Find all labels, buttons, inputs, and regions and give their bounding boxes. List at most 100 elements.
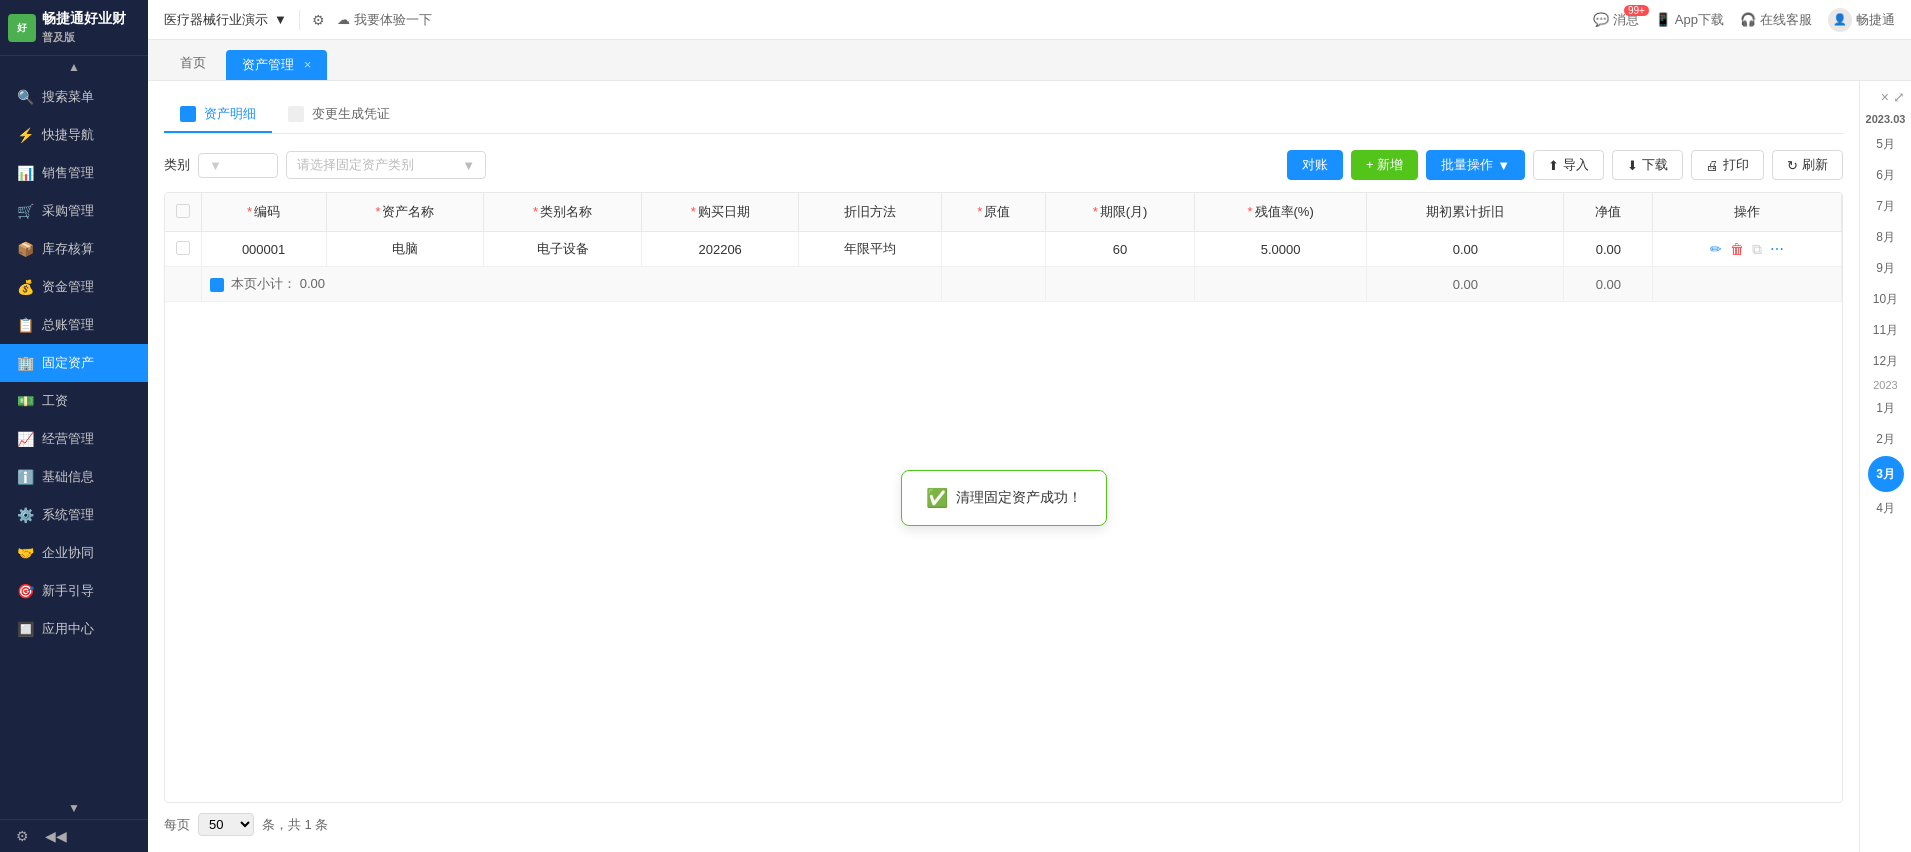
sidebar-item-ledger[interactable]: 📋 总账管理: [0, 306, 148, 344]
header-checkbox-cell: [165, 193, 201, 232]
sidebar-item-search[interactable]: 🔍 搜索菜单: [0, 78, 148, 116]
edit-btn[interactable]: ✏: [1710, 241, 1722, 257]
category-select-placeholder: ▼: [209, 158, 222, 173]
message-badge: 99+: [1624, 5, 1649, 16]
finance-icon: 💰: [16, 278, 34, 296]
month-10[interactable]: 10月: [1864, 285, 1908, 314]
experience-btn[interactable]: ☁ 我要体验一下: [337, 11, 432, 29]
settings-icon[interactable]: ⚙: [16, 828, 29, 844]
download-button[interactable]: ⬇ 下载: [1612, 150, 1683, 180]
reconcile-button[interactable]: 对账: [1287, 150, 1343, 180]
tab-asset-management[interactable]: 资产管理 ×: [226, 50, 327, 80]
sidebar-item-label: 库存核算: [42, 240, 94, 258]
sidebar: 好 畅捷通好业财 普及版 ▲ 🔍 搜索菜单 ⚡ 快捷导航 📊 销售管理 🛒 采购…: [0, 0, 148, 852]
month-9[interactable]: 9月: [1864, 254, 1908, 283]
delete-btn[interactable]: 🗑: [1730, 241, 1744, 257]
row-original-value: [942, 232, 1046, 267]
sidebar-item-finance[interactable]: 💰 资金管理: [0, 268, 148, 306]
app-center-icon: 🔲: [16, 620, 34, 638]
user-menu[interactable]: 👤 畅捷通: [1828, 8, 1895, 32]
voucher-tab-icon: [288, 106, 304, 122]
tab-close-icon[interactable]: ×: [304, 57, 312, 72]
sidebar-item-quick-nav[interactable]: ⚡ 快捷导航: [0, 116, 148, 154]
tab-home[interactable]: 首页: [164, 48, 222, 80]
company-selector[interactable]: 医疗器械行业演示 ▼: [164, 11, 287, 29]
month-4[interactable]: 4月: [1864, 494, 1908, 523]
new-button[interactable]: + 新增: [1351, 150, 1418, 180]
message-btn[interactable]: 💬 消息 99+: [1593, 11, 1639, 29]
more-btn[interactable]: ⋯: [1770, 241, 1784, 257]
success-toast: ✅ 清理固定资产成功！: [901, 470, 1107, 526]
sidebar-item-basic-info[interactable]: ℹ️ 基础信息: [0, 458, 148, 496]
refresh-button[interactable]: ↻ 刷新: [1772, 150, 1843, 180]
topbar: 医疗器械行业演示 ▼ ⚙ ☁ 我要体验一下 💬 消息 99+ 📱 App下载 🎧…: [148, 0, 1911, 40]
batch-button[interactable]: 批量操作 ▼: [1426, 150, 1525, 180]
header-category: *类别名称: [484, 193, 642, 232]
import-button[interactable]: ⬆ 导入: [1533, 150, 1604, 180]
row-name: 电脑: [326, 232, 484, 267]
inventory-icon: 📦: [16, 240, 34, 258]
table-header-row: *编码 *资产名称 *类别名称 *购买日期 折旧方法 *原值 *期限(月) *残…: [165, 193, 1842, 232]
assets-table: *编码 *资产名称 *类别名称 *购买日期 折旧方法 *原值 *期限(月) *残…: [165, 193, 1842, 302]
sidebar-item-enterprise[interactable]: 🤝 企业协同: [0, 534, 148, 572]
row-action-btns: ✏ 🗑 ⧉ ⋯: [1661, 241, 1833, 258]
subtotal-icon: [210, 278, 224, 292]
total-text: 条，共 1 条: [262, 816, 328, 834]
sidebar-item-sales[interactable]: 📊 销售管理: [0, 154, 148, 192]
row-checkbox[interactable]: [176, 241, 190, 255]
online-service-btn[interactable]: 🎧 在线客服: [1740, 11, 1812, 29]
download-btn-label: 下载: [1642, 156, 1668, 174]
sidebar-scroll-up[interactable]: ▲: [0, 56, 148, 78]
row-depreciation: 年限平均: [799, 232, 942, 267]
month-8[interactable]: 8月: [1864, 223, 1908, 252]
print-button[interactable]: 🖨 打印: [1691, 150, 1764, 180]
payroll-icon: 💵: [16, 392, 34, 410]
sidebar-item-purchase[interactable]: 🛒 采购管理: [0, 192, 148, 230]
header-original-value: *原值: [942, 193, 1046, 232]
sidebar-item-payroll[interactable]: 💵 工资: [0, 382, 148, 420]
sidebar-scroll-down[interactable]: ▼: [0, 797, 148, 819]
sidebar-item-fixed-assets[interactable]: 🏢 固定资产: [0, 344, 148, 382]
settings-gear-icon[interactable]: ⚙: [312, 12, 325, 28]
app-name: 畅捷通好业财: [42, 10, 126, 28]
sidebar-item-app-center[interactable]: 🔲 应用中心: [0, 610, 148, 648]
toolbar: 类别 ▼ 请选择固定资产类别 ▼ 对账 + 新增 批量操作: [164, 150, 1843, 180]
select-all-checkbox[interactable]: [176, 204, 190, 218]
copy-btn[interactable]: ⧉: [1752, 241, 1762, 258]
subtab-asset-detail[interactable]: 资产明细: [164, 97, 272, 133]
month-6[interactable]: 6月: [1864, 161, 1908, 190]
service-icon: 🎧: [1740, 12, 1756, 27]
online-service-label: 在线客服: [1760, 11, 1812, 29]
sidebar-item-inventory[interactable]: 📦 库存核算: [0, 230, 148, 268]
month-3-current[interactable]: 3月: [1868, 456, 1904, 492]
per-page-select[interactable]: 50 100: [198, 813, 254, 836]
company-name: 医疗器械行业演示: [164, 11, 268, 29]
month-2[interactable]: 2月: [1864, 425, 1908, 454]
sidebar-nav: 🔍 搜索菜单 ⚡ 快捷导航 📊 销售管理 🛒 采购管理 📦 库存核算 💰 资金管…: [0, 78, 148, 797]
month-12[interactable]: 12月: [1864, 347, 1908, 376]
quick-nav-icon: ⚡: [16, 126, 34, 144]
sidebar-item-label: 基础信息: [42, 468, 94, 486]
sidebar-item-guide[interactable]: 🎯 新手引导: [0, 572, 148, 610]
month-11[interactable]: 11月: [1864, 316, 1908, 345]
month-7[interactable]: 7月: [1864, 192, 1908, 221]
import-btn-label: 导入: [1563, 156, 1589, 174]
toolbar-right: 对账 + 新增 批量操作 ▼ ⬆ 导入 ⬇ 下载: [1287, 150, 1843, 180]
row-residual-rate: 5.0000: [1194, 232, 1367, 267]
app-download-btn[interactable]: 📱 App下载: [1655, 11, 1724, 29]
month-1[interactable]: 1月: [1864, 394, 1908, 423]
experience-label: 我要体验一下: [354, 11, 432, 29]
panel-top-controls: × ⤢: [1860, 85, 1911, 109]
sidebar-item-label: 固定资产: [42, 354, 94, 372]
month-5[interactable]: 5月: [1864, 130, 1908, 159]
sidebar-item-system[interactable]: ⚙️ 系统管理: [0, 496, 148, 534]
category-input-dropdown-icon: ▼: [462, 158, 475, 173]
panel-close-icon[interactable]: ×: [1881, 89, 1889, 105]
sidebar-item-label: 工资: [42, 392, 68, 410]
category-select[interactable]: ▼: [198, 153, 278, 178]
subtab-voucher[interactable]: 变更生成凭证: [272, 97, 406, 133]
sidebar-item-operations[interactable]: 📈 经营管理: [0, 420, 148, 458]
panel-expand-icon[interactable]: ⤢: [1893, 89, 1905, 105]
collapse-icon[interactable]: ◀◀: [45, 828, 67, 844]
category-input[interactable]: 请选择固定资产类别 ▼: [286, 151, 486, 179]
